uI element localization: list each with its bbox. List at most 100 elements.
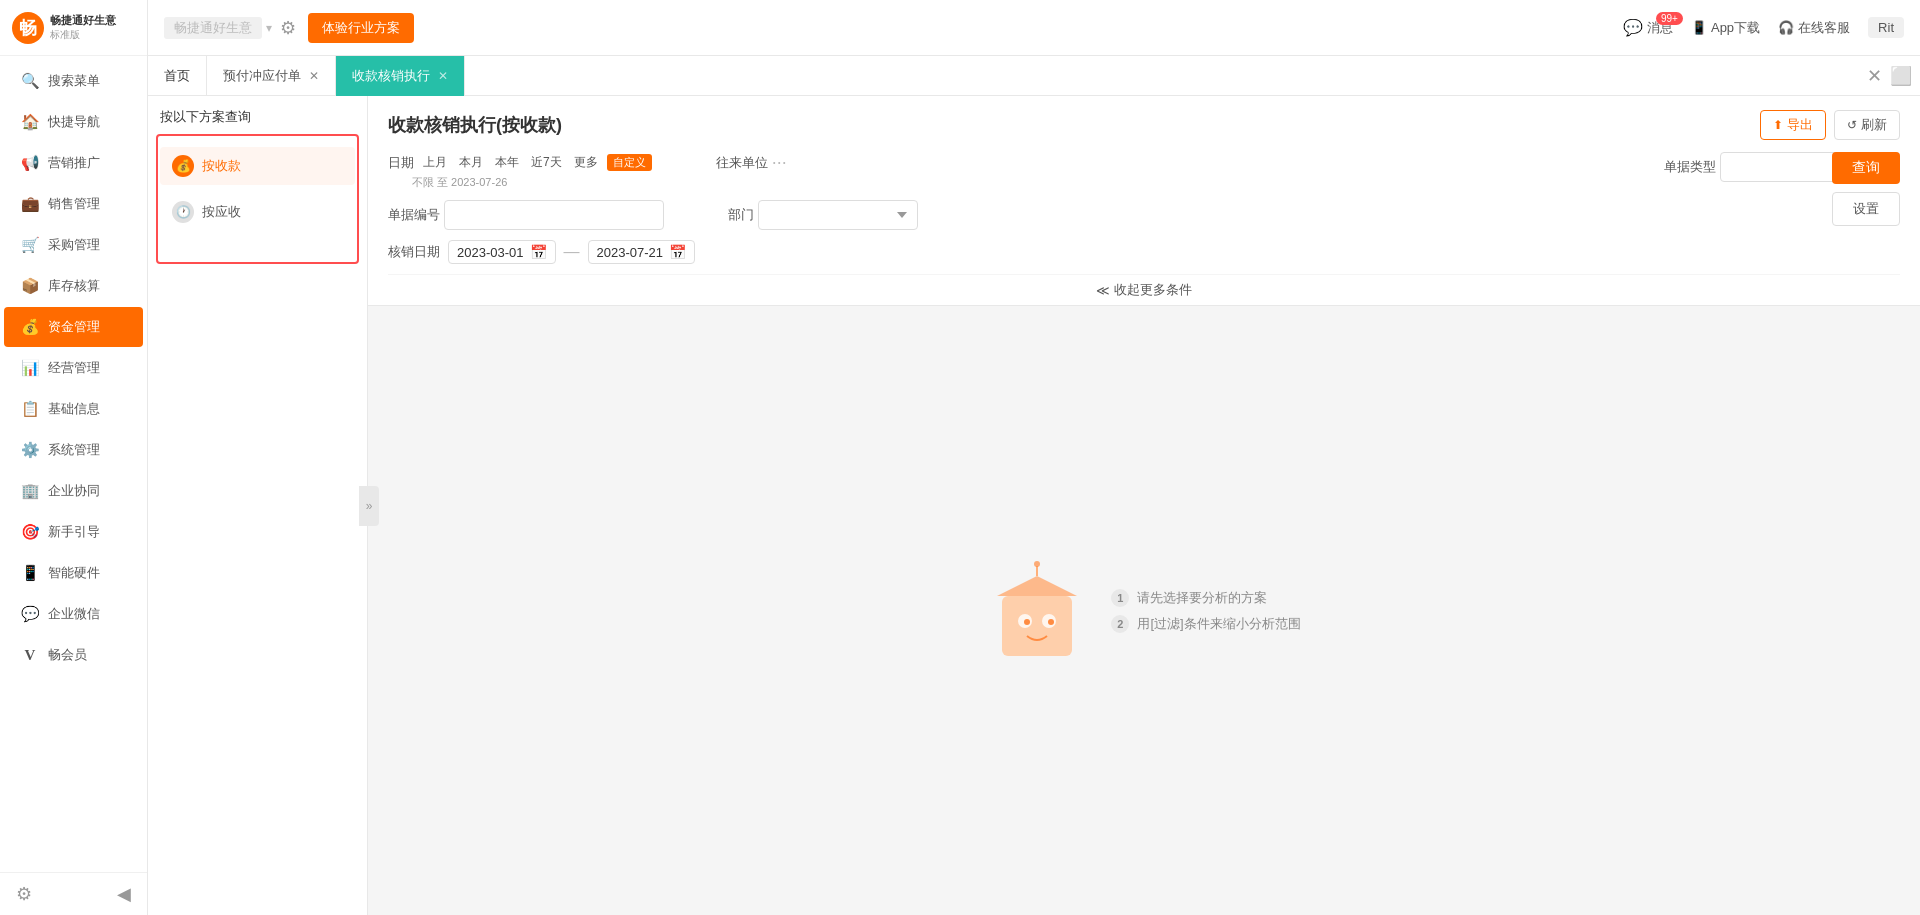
page-actions: ⬆ 导出 ↺ 刷新 <box>1760 110 1900 140</box>
sidebar-item-sales[interactable]: 💼 销售管理 <box>4 184 143 224</box>
verify-date-to-text: 2023-07-21 <box>597 245 664 260</box>
sidebar-label-member: 畅会员 <box>48 646 87 664</box>
logo-title: 畅捷通好生意 <box>50 13 116 28</box>
main-panel: 收款核销执行(按收款) ⬆ 导出 ↺ 刷新 <box>368 96 1920 915</box>
calendar-from-icon[interactable]: 📅 <box>530 244 547 260</box>
sidebar-item-member[interactable]: V 畅会员 <box>4 635 143 675</box>
home-icon: 🏠 <box>20 112 40 132</box>
sidebar-bottom: ⚙ ◀ <box>0 872 147 915</box>
tab-close-all-icon[interactable]: ✕ <box>1867 65 1882 87</box>
app-download-button[interactable]: 📱 App下载 <box>1691 19 1760 37</box>
collapse-conditions-button[interactable]: ≪ 收起更多条件 <box>1096 281 1192 299</box>
online-service-button[interactable]: 🎧 在线客服 <box>1778 19 1850 37</box>
header-gear-icon[interactable]: ⚙ <box>280 17 296 39</box>
service-label: 在线客服 <box>1798 19 1850 37</box>
message-icon: 💬 <box>1623 18 1643 37</box>
tab-prepay[interactable]: 预付冲应付单 ✕ <box>207 56 336 96</box>
sidebar-item-inventory[interactable]: 📦 库存核算 <box>4 266 143 306</box>
verify-date-label: 核销日期 <box>388 243 440 261</box>
date-no-limit: 不限 至 2023-07-26 <box>388 175 652 190</box>
sidebar-item-quick-nav[interactable]: 🏠 快捷导航 <box>4 102 143 142</box>
date-more[interactable]: 更多 <box>569 152 603 173</box>
tab-prepay-label: 预付冲应付单 <box>223 67 301 85</box>
panel-collapse-button[interactable]: » <box>359 486 379 526</box>
chevron-down-icon[interactable]: ▾ <box>266 21 272 35</box>
empty-hint-1: 1 请先选择要分析的方案 <box>1111 589 1300 607</box>
filter-options: 💰 按收款 🕐 按应收 <box>160 147 355 231</box>
filter-form: 日期 上月 本月 本年 近7天 更多 自定义 不限 至 2023-07-26 <box>368 140 1920 306</box>
sidebar-item-finance[interactable]: 💰 资金管理 <box>4 307 143 347</box>
bill-no-input[interactable] <box>444 200 664 230</box>
tab-prepay-close-icon[interactable]: ✕ <box>309 69 319 83</box>
svg-point-7 <box>1034 561 1040 567</box>
filter-option-by-receipt[interactable]: 💰 按收款 <box>160 147 355 185</box>
empty-hints: 1 请先选择要分析的方案 2 用[过滤]条件来缩小分析范围 <box>1111 589 1300 633</box>
sidebar-item-basic[interactable]: 📋 基础信息 <box>4 389 143 429</box>
bill-no-label: 单据编号 <box>388 206 440 224</box>
sidebar-item-operation[interactable]: 📊 经营管理 <box>4 348 143 388</box>
export-button[interactable]: ⬆ 导出 <box>1760 110 1826 140</box>
sidebar-label-marketing: 营销推广 <box>48 154 100 172</box>
sidebar-item-wechat[interactable]: 💬 企业微信 <box>4 594 143 634</box>
solution-button[interactable]: 体验行业方案 <box>308 13 414 43</box>
sidebar-label-guide: 新手引导 <box>48 523 100 541</box>
date-range-separator: — <box>564 243 580 261</box>
brand-text: 畅捷通好生意 <box>164 17 262 39</box>
tab-home[interactable]: 首页 <box>148 56 207 96</box>
hint-text-1: 请先选择要分析的方案 <box>1137 589 1267 607</box>
tab-receive-close-icon[interactable]: ✕ <box>438 69 448 83</box>
sidebar-label-operation: 经营管理 <box>48 359 100 377</box>
date-this-year[interactable]: 本年 <box>490 152 524 173</box>
query-button[interactable]: 查询 <box>1832 152 1900 184</box>
tab-receive[interactable]: 收款核销执行 ✕ <box>336 56 465 96</box>
sidebar-item-purchase[interactable]: 🛒 采购管理 <box>4 225 143 265</box>
settings-icon[interactable]: ⚙ <box>16 883 32 905</box>
phone-icon: 📱 <box>1691 20 1707 35</box>
filter-settings-button[interactable]: 设置 <box>1832 192 1900 226</box>
enterprise-icon: 🏢 <box>20 481 40 501</box>
sales-icon: 💼 <box>20 194 40 214</box>
refresh-button[interactable]: ↺ 刷新 <box>1834 110 1900 140</box>
sidebar-item-marketing[interactable]: 📢 营销推广 <box>4 143 143 183</box>
filter-row-2: 单据编号 部门 业务员 ··· <box>388 200 1900 230</box>
messages-button[interactable]: 💬 消息 99+ <box>1623 18 1673 37</box>
sidebar-item-guide[interactable]: 🎯 新手引导 <box>4 512 143 552</box>
dept-field: 部门 <box>728 200 918 230</box>
sidebar-item-hardware[interactable]: 📱 智能硬件 <box>4 553 143 593</box>
tab-receive-label: 收款核销执行 <box>352 67 430 85</box>
date-7days[interactable]: 近7天 <box>526 152 567 173</box>
collapse-sidebar-icon[interactable]: ◀ <box>117 883 131 905</box>
date-this-month[interactable]: 本月 <box>454 152 488 173</box>
filter-option-by-receivable[interactable]: 🕐 按应收 <box>160 193 355 231</box>
sidebar-item-system[interactable]: ⚙️ 系统管理 <box>4 430 143 470</box>
date-shortcuts: 上月 本月 本年 近7天 更多 自定义 <box>418 152 652 173</box>
sidebar-item-enterprise[interactable]: 🏢 企业协同 <box>4 471 143 511</box>
date-label: 日期 <box>388 154 414 172</box>
export-icon: ⬆ <box>1773 118 1783 132</box>
headset-icon: 🎧 <box>1778 20 1794 35</box>
query-settings-panel: 查询 设置 <box>1832 152 1900 226</box>
hardware-icon: 📱 <box>20 563 40 583</box>
tab-restore-icon[interactable]: ⬜ <box>1890 65 1912 87</box>
logo-subtitle: 标准版 <box>50 28 116 42</box>
sidebar-label-inventory: 库存核算 <box>48 277 100 295</box>
date-custom-badge[interactable]: 自定义 <box>607 154 652 171</box>
verify-date-from-text: 2023-03-01 <box>457 245 524 260</box>
date-last-month[interactable]: 上月 <box>418 152 452 173</box>
empty-illustration <box>987 556 1087 666</box>
empty-inner: 1 请先选择要分析的方案 2 用[过滤]条件来缩小分析范围 <box>987 556 1300 666</box>
filter-option-receipt-label: 按收款 <box>202 157 241 175</box>
filter-row-3: 核销日期 2023-03-01 📅 — 2023-07-21 📅 <box>388 240 1900 264</box>
basic-icon: 📋 <box>20 399 40 419</box>
sidebar-item-search[interactable]: 🔍 搜索菜单 <box>4 61 143 101</box>
partner-dots[interactable]: ··· <box>772 152 787 173</box>
sidebar-label-hardware: 智能硬件 <box>48 564 100 582</box>
sidebar-label-sales: 销售管理 <box>48 195 100 213</box>
hint-text-2: 用[过滤]条件来缩小分析范围 <box>1137 615 1300 633</box>
dept-select[interactable] <box>758 200 918 230</box>
filter-option-receivable-label: 按应收 <box>202 203 241 221</box>
calendar-to-icon[interactable]: 📅 <box>669 244 686 260</box>
receipt-icon: 💰 <box>172 155 194 177</box>
collapse-conditions-row: ≪ 收起更多条件 <box>388 274 1900 305</box>
user-profile[interactable]: Rit <box>1868 17 1904 38</box>
